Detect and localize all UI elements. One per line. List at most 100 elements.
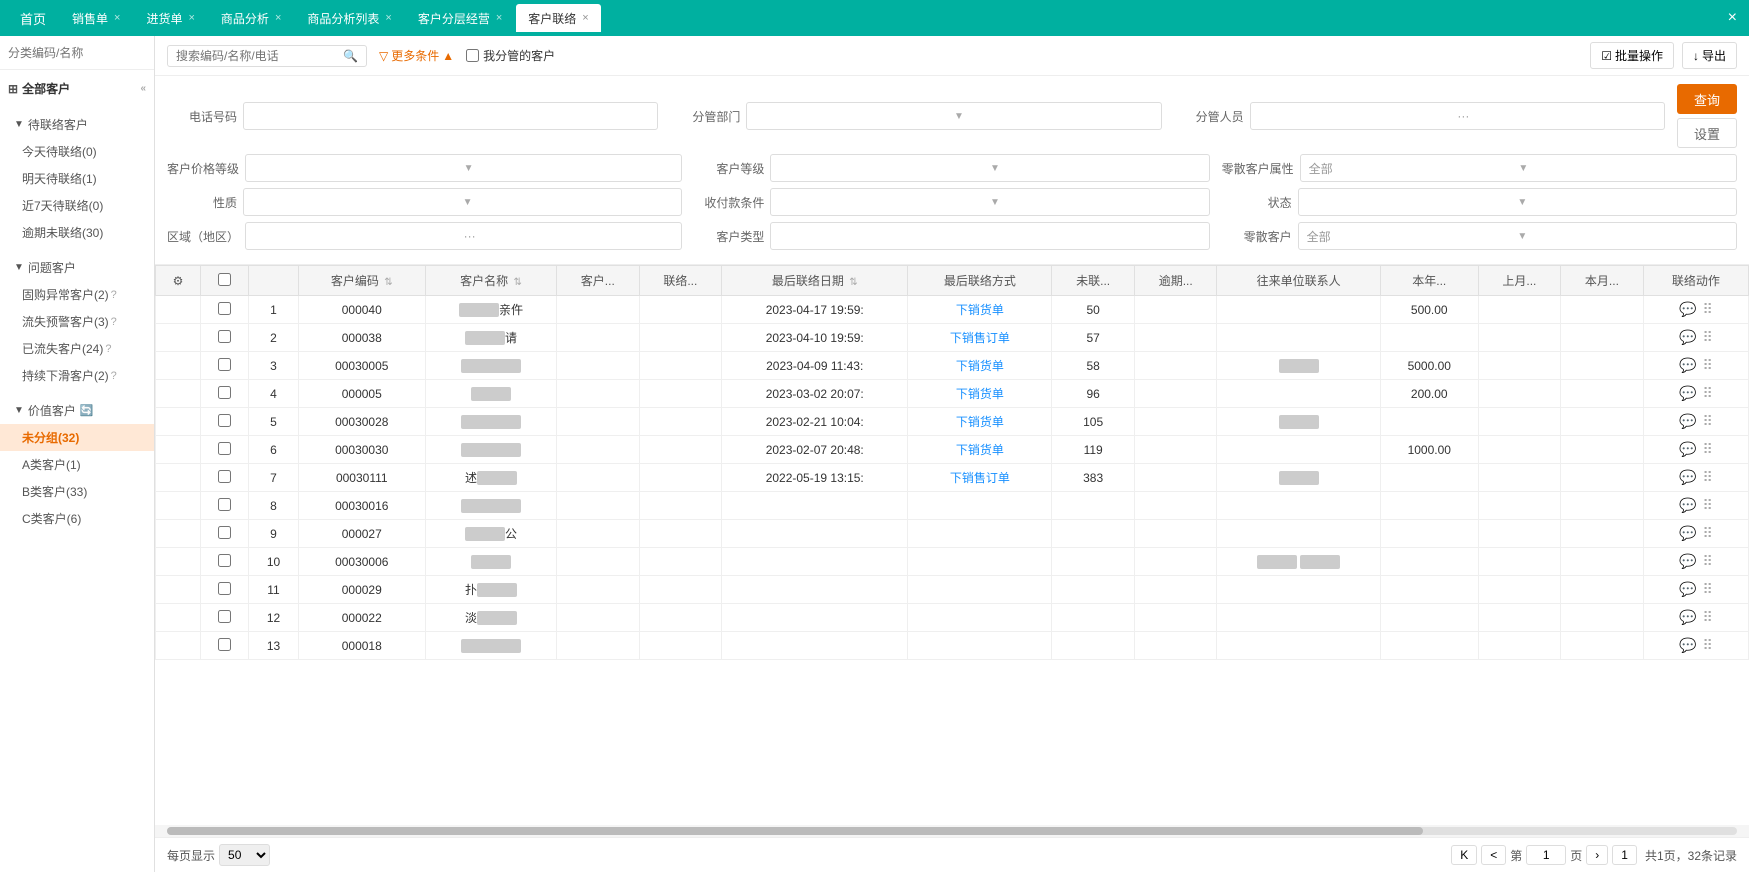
chat-icon-2[interactable]: 💬	[1679, 329, 1696, 346]
method-link-7[interactable]: 下销售订单	[950, 471, 1010, 485]
th-checkbox[interactable]	[200, 266, 249, 296]
retail-customer-select[interactable]: 全部 ▼	[1298, 222, 1737, 250]
sidebar-problem-header[interactable]: ▼ 问题客户	[0, 254, 154, 281]
my-customers-check[interactable]	[466, 49, 479, 62]
td-check[interactable]	[200, 296, 249, 324]
chat-icon-11[interactable]: 💬	[1679, 581, 1696, 598]
scrollbar-thumb[interactable]	[167, 827, 1423, 835]
row-checkbox-7[interactable]	[218, 470, 231, 483]
sidebar-item-churned[interactable]: 已流失客户(24) ?	[0, 335, 154, 362]
row-checkbox-8[interactable]	[218, 498, 231, 511]
row-checkbox-2[interactable]	[218, 330, 231, 343]
method-link-4[interactable]: 下销货单	[956, 387, 1004, 401]
method-link-6[interactable]: 下销货单	[956, 443, 1004, 457]
batch-op-button[interactable]: ☑ 批量操作	[1590, 42, 1674, 69]
sidebar-item-abnormal[interactable]: 固购异常客户(2) ?	[0, 281, 154, 308]
more-icon-7[interactable]: ⠿	[1702, 469, 1712, 486]
nav-tab-customer-mgmt[interactable]: 客户分层经营 ×	[406, 4, 514, 32]
th-this-month[interactable]: 本月...	[1561, 266, 1644, 296]
customer-level-select[interactable]: ▼	[770, 154, 1209, 182]
more-icon-13[interactable]: ⠿	[1702, 637, 1712, 654]
close-tab-customer-mgmt[interactable]: ×	[496, 12, 502, 24]
sidebar-item-churn-warning[interactable]: 流失预警客户(3) ?	[0, 308, 154, 335]
row-checkbox-11[interactable]	[218, 582, 231, 595]
row-checkbox-1[interactable]	[218, 302, 231, 315]
dept-select[interactable]: ▼	[746, 102, 1161, 130]
more-icon-9[interactable]: ⠿	[1702, 525, 1712, 542]
close-tab-customer-contact[interactable]: ×	[582, 12, 588, 24]
select-all-checkbox[interactable]	[218, 273, 231, 286]
th-settings[interactable]: ⚙	[156, 266, 201, 296]
more-icon-6[interactable]: ⠿	[1702, 441, 1712, 458]
filter-search-icon[interactable]: 🔍	[343, 49, 358, 63]
sidebar-item-today[interactable]: 今天待联络(0)	[0, 138, 154, 165]
th-no-contact[interactable]: 未联...	[1052, 266, 1135, 296]
sidebar-item-declining[interactable]: 持续下滑客户(2) ?	[0, 362, 154, 389]
chat-icon-6[interactable]: 💬	[1679, 441, 1696, 458]
page-size-select[interactable]: 50 100 200	[219, 844, 270, 866]
nav-home[interactable]: 首页	[8, 4, 58, 32]
th-inter[interactable]: 往来单位联系人	[1217, 266, 1380, 296]
nature-select[interactable]: ▼	[243, 188, 682, 216]
sidebar-item-class-b[interactable]: B类客户(33)	[0, 478, 154, 505]
horizontal-scrollbar[interactable]	[167, 827, 1737, 835]
sidebar-item-class-a[interactable]: A类客户(1)	[0, 451, 154, 478]
chat-icon-10[interactable]: 💬	[1679, 553, 1696, 570]
method-link-1[interactable]: 下销货单	[956, 303, 1004, 317]
th-last-month[interactable]: 上月...	[1478, 266, 1561, 296]
sidebar-item-overdue[interactable]: 逾期未联络(30)	[0, 219, 154, 246]
chat-icon-7[interactable]: 💬	[1679, 469, 1696, 486]
close-tab-analysis[interactable]: ×	[275, 12, 281, 24]
more-icon[interactable]: ⠿	[1702, 301, 1712, 318]
query-button[interactable]: 查询	[1677, 84, 1737, 114]
row-checkbox-9[interactable]	[218, 526, 231, 539]
sidebar-search-input[interactable]	[8, 46, 155, 60]
chat-icon-4[interactable]: 💬	[1679, 385, 1696, 402]
manager-select[interactable]: ···	[1250, 102, 1665, 130]
td-last-method[interactable]: 下销货单	[908, 296, 1052, 324]
close-tab-analysis-list[interactable]: ×	[385, 12, 391, 24]
page-prev-btn[interactable]: <	[1481, 845, 1506, 865]
th-overdue[interactable]: 逾期...	[1134, 266, 1217, 296]
more-icon-2[interactable]: ⠿	[1702, 329, 1712, 346]
export-button[interactable]: ↓ 导出	[1682, 42, 1737, 69]
chat-icon[interactable]: 💬	[1679, 301, 1696, 318]
sidebar-pending-header[interactable]: ▼ 待联络客户	[0, 111, 154, 138]
page-input[interactable]	[1526, 845, 1566, 865]
price-level-select[interactable]: ▼	[245, 154, 682, 182]
nav-tab-sales[interactable]: 销售单 ×	[60, 4, 132, 32]
manager-dots[interactable]: ···	[1453, 109, 1656, 123]
chat-icon-3[interactable]: 💬	[1679, 357, 1696, 374]
th-code[interactable]: 客户编码 ⇅	[298, 266, 425, 296]
th-year[interactable]: 本年...	[1380, 266, 1478, 296]
nav-tab-customer-contact[interactable]: 客户联络 ×	[516, 4, 600, 32]
chat-icon-9[interactable]: 💬	[1679, 525, 1696, 542]
row-checkbox-10[interactable]	[218, 554, 231, 567]
th-contact[interactable]: 联络...	[639, 266, 722, 296]
nav-tab-purchase[interactable]: 进货单 ×	[134, 4, 206, 32]
row-checkbox-13[interactable]	[218, 638, 231, 651]
method-link-2[interactable]: 下销售订单	[950, 331, 1010, 345]
reset-button[interactable]: 设置	[1677, 118, 1737, 148]
chat-icon-5[interactable]: 💬	[1679, 413, 1696, 430]
filter-search-input[interactable]	[176, 49, 343, 63]
nav-tab-analysis[interactable]: 商品分析 ×	[209, 4, 293, 32]
more-icon-4[interactable]: ⠿	[1702, 385, 1712, 402]
th-last-date[interactable]: 最后联络日期 ⇅	[722, 266, 908, 296]
row-checkbox-6[interactable]	[218, 442, 231, 455]
sidebar-item-ungroup[interactable]: 未分组(32)	[0, 424, 154, 451]
method-link-5[interactable]: 下销货单	[956, 415, 1004, 429]
close-tab-sales[interactable]: ×	[114, 12, 120, 24]
more-icon-10[interactable]: ⠿	[1702, 553, 1712, 570]
page-first-btn[interactable]: K	[1451, 845, 1477, 865]
chat-icon-8[interactable]: 💬	[1679, 497, 1696, 514]
sidebar-item-tomorrow[interactable]: 明天待联络(1)	[0, 165, 154, 192]
th-name[interactable]: 客户名称 ⇅	[425, 266, 556, 296]
row-checkbox-4[interactable]	[218, 386, 231, 399]
payment-select[interactable]: ▼	[770, 188, 1209, 216]
sidebar-item-class-c[interactable]: C类客户(6)	[0, 505, 154, 532]
row-checkbox-3[interactable]	[218, 358, 231, 371]
th-type[interactable]: 客户...	[557, 266, 640, 296]
th-last-method[interactable]: 最后联络方式	[908, 266, 1052, 296]
more-icon-5[interactable]: ⠿	[1702, 413, 1712, 430]
